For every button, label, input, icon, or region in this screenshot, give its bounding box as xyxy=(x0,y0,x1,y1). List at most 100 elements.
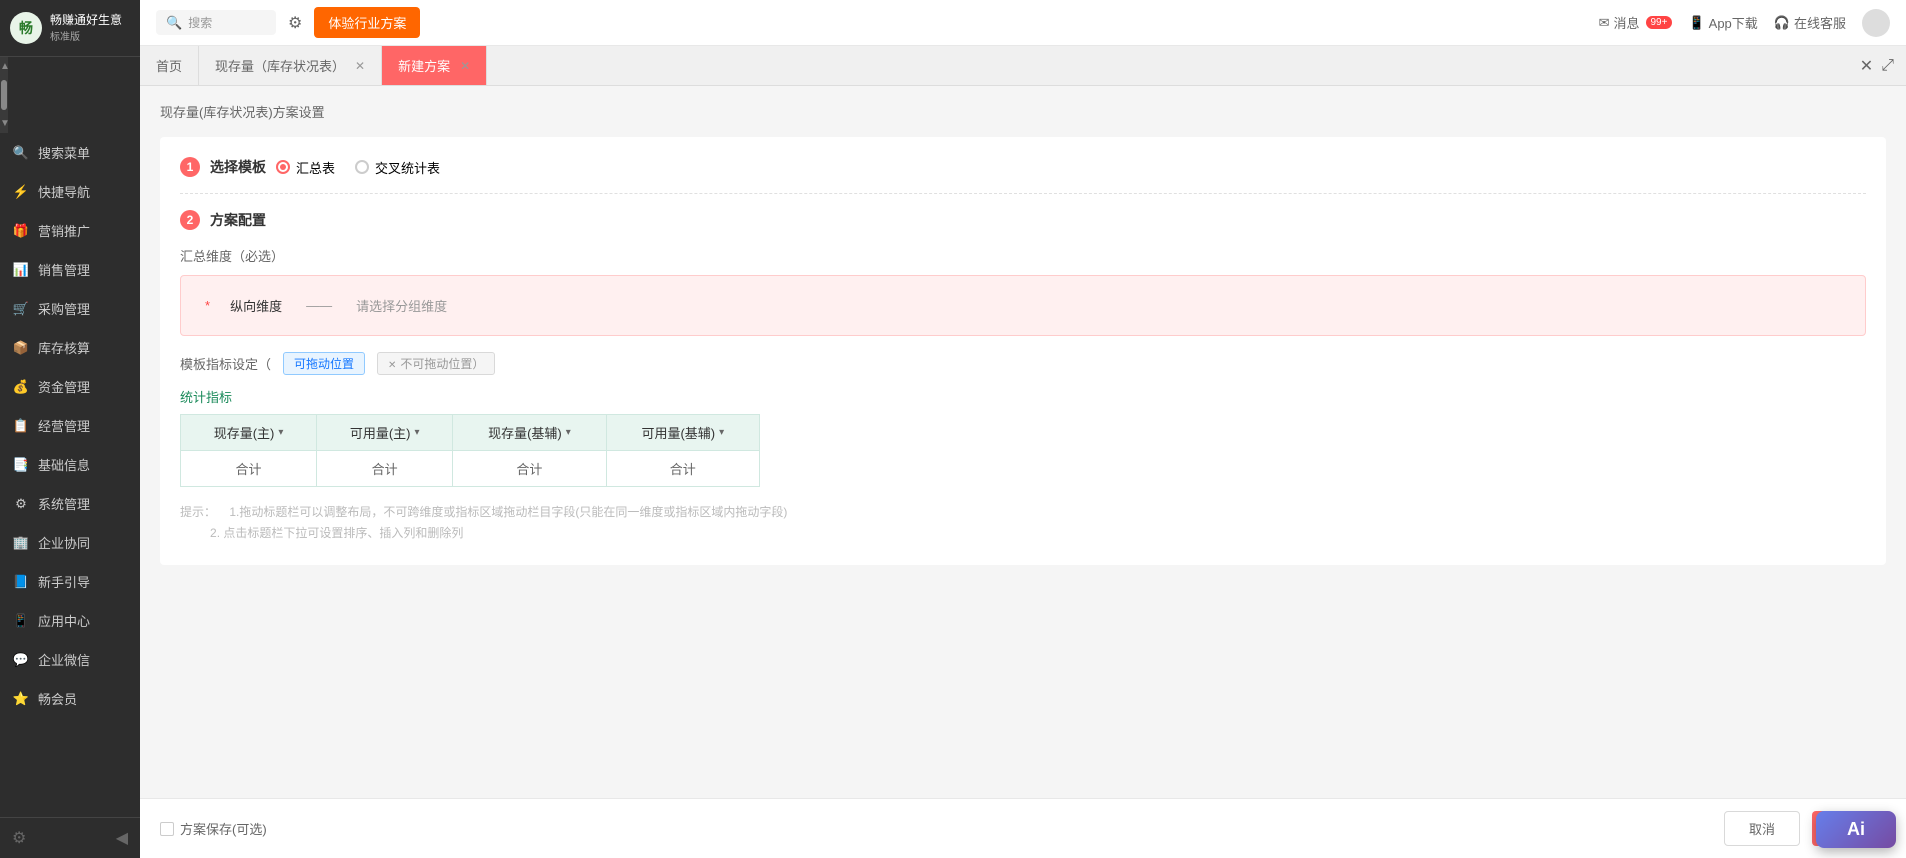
operations-icon: 📋 xyxy=(12,417,30,435)
sidebar-item-search[interactable]: 🔍 搜索菜单 xyxy=(0,133,140,172)
sidebar-item-label: 基础信息 xyxy=(38,455,90,474)
wechat-icon: 💬 xyxy=(12,651,30,669)
sidebar-item-label: 搜索菜单 xyxy=(38,143,90,162)
vertical-dim-placeholder[interactable]: 请选择分组维度 xyxy=(356,296,447,315)
template-radio-group: 汇总表 交叉统计表 xyxy=(276,158,440,177)
online-service-btn[interactable]: 🎧 在线客服 xyxy=(1774,13,1846,32)
col1-dropdown-arrow: ▾ xyxy=(278,427,283,438)
topbar-search[interactable]: 🔍 搜索 xyxy=(156,10,276,35)
sidebar-item-label: 快捷导航 xyxy=(38,182,90,201)
tips-prefix: 提示： xyxy=(180,505,226,519)
newbie-icon: 📘 xyxy=(12,573,30,591)
close-panel-icon[interactable]: ✕ xyxy=(1860,56,1873,76)
scroll-down[interactable]: ▼ xyxy=(0,114,8,133)
sales-icon: 📊 xyxy=(12,261,30,279)
topbar-search-icon: 🔍 xyxy=(166,15,182,31)
logo-icon: 畅 xyxy=(10,12,42,44)
appcenter-icon: 📱 xyxy=(12,612,30,630)
membership-icon: ⭐ xyxy=(12,690,30,708)
col3-dropdown-arrow: ▾ xyxy=(566,427,571,438)
vertical-dimension-area: * 纵向维度 —— 请选择分组维度 xyxy=(180,275,1866,336)
expand-panel-icon[interactable]: ⤢ xyxy=(1881,57,1894,75)
radio-circle-summary xyxy=(276,160,290,174)
search-icon: 🔍 xyxy=(12,144,30,162)
app-download-btn[interactable]: 📱 App下载 xyxy=(1688,13,1757,32)
radio-circle-cross xyxy=(355,160,369,174)
topbar-right: ✉ 消息 99+ 📱 App下载 🎧 在线客服 xyxy=(1599,9,1890,37)
vertical-dim-label: 纵向维度 xyxy=(230,296,282,315)
sidebar-item-label: 企业微信 xyxy=(38,650,90,669)
collapse-sidebar-icon[interactable]: ◀ xyxy=(116,828,128,848)
sidebar-item-app-center[interactable]: 📱 应用中心 xyxy=(0,601,140,640)
radio-cross[interactable]: 交叉统计表 xyxy=(355,158,440,177)
tab-close-inventory[interactable]: ✕ xyxy=(355,59,365,73)
quicknav-icon: ⚡ xyxy=(12,183,30,201)
inventory-icon: 📦 xyxy=(12,339,30,357)
page-title: 现存量(库存状况表)方案设置 xyxy=(160,102,1886,121)
tab-home[interactable]: 首页 xyxy=(140,46,199,85)
sidebar-item-label: 销售管理 xyxy=(38,260,90,279)
tab-close-new-plan[interactable]: ✕ xyxy=(460,59,470,73)
sidebar-footer: ⚙ ◀ xyxy=(0,817,140,858)
messages-badge: 99+ xyxy=(1646,16,1673,29)
col-header-2[interactable]: 可用量(主) ▾ xyxy=(317,415,453,451)
enterprise-icon: 🏢 xyxy=(12,534,30,552)
col-header-1[interactable]: 现存量(主) ▾ xyxy=(181,415,317,451)
sidebar-item-operations[interactable]: 📋 经营管理 xyxy=(0,406,140,445)
tab-new-plan[interactable]: 新建方案 ✕ xyxy=(382,46,487,85)
indicator-setting-prefix: 模板指标设定（ xyxy=(180,354,271,373)
sidebar-item-enterprise[interactable]: 🏢 企业协同 xyxy=(0,523,140,562)
sidebar-item-system[interactable]: ⚙ 系统管理 xyxy=(0,484,140,523)
tips-section: 提示： 1.拖动标题栏可以调整布局，不可跨维度或指标区域拖动栏目字段(只能在同一… xyxy=(180,503,1866,541)
tab-inventory-status[interactable]: 现存量（库存状况表） ✕ xyxy=(199,46,382,85)
sidebar-item-inventory[interactable]: 📦 库存核算 xyxy=(0,328,140,367)
sidebar-item-newbie[interactable]: 📘 新手引导 xyxy=(0,562,140,601)
tip2: 2. 点击标题栏下拉可设置排序、插入列和删除列 xyxy=(180,524,1866,541)
sidebar-item-marketing[interactable]: 🎁 营销推广 xyxy=(0,211,140,250)
trial-btn[interactable]: 体验行业方案 xyxy=(314,7,420,38)
message-icon: ✉ xyxy=(1599,15,1610,31)
sidebar-item-membership[interactable]: ⭐ 畅会员 xyxy=(0,679,140,718)
indicator-setting: 模板指标设定（ 可拖动位置 不可拖动位置） xyxy=(180,352,1866,375)
save-checkbox[interactable] xyxy=(160,822,174,836)
app-edition: 标准版 xyxy=(50,28,122,43)
ai-float-button[interactable]: Ai xyxy=(1816,811,1896,848)
window-controls: ✕ ⤢ xyxy=(1860,56,1906,76)
sidebar-item-basic-info[interactable]: 📑 基础信息 xyxy=(0,445,140,484)
sidebar-item-label: 畅会员 xyxy=(38,689,77,708)
messages-btn[interactable]: ✉ 消息 99+ xyxy=(1599,13,1673,32)
sidebar-item-wechat[interactable]: 💬 企业微信 xyxy=(0,640,140,679)
tip1: 提示： 1.拖动标题栏可以调整布局，不可跨维度或指标区域拖动栏目字段(只能在同一… xyxy=(180,503,1866,520)
sidebar-item-quick-nav[interactable]: ⚡ 快捷导航 xyxy=(0,172,140,211)
tabbar: 首页 现存量（库存状况表） ✕ 新建方案 ✕ ✕ ⤢ xyxy=(140,46,1906,86)
col-header-4[interactable]: 可用量(基辅) ▾ xyxy=(606,415,759,451)
col4-dropdown-arrow: ▾ xyxy=(719,427,724,438)
sidebar: 畅 畅赚通好生意 标准版 ▲ ▼ 🔍 搜索菜单 ⚡ 快捷导航 🎁 营销推广 📊 … xyxy=(0,0,140,858)
radio-summary-label: 汇总表 xyxy=(296,158,335,177)
marketing-icon: 🎁 xyxy=(12,222,30,240)
radio-summary[interactable]: 汇总表 xyxy=(276,158,335,177)
sidebar-item-label: 经营管理 xyxy=(38,416,90,435)
cell-1: 合计 xyxy=(181,451,317,487)
sidebar-item-sales[interactable]: 📊 销售管理 xyxy=(0,250,140,289)
required-star: * xyxy=(205,298,210,313)
sidebar-scrollbar: ▲ ▼ xyxy=(0,57,8,133)
topbar-search-placeholder: 搜索 xyxy=(188,14,212,31)
sidebar-item-purchase[interactable]: 🛒 采购管理 xyxy=(0,289,140,328)
step1-number: 1 xyxy=(180,157,200,177)
step1-title: 选择模板 xyxy=(210,157,266,177)
sidebar-item-label: 资金管理 xyxy=(38,377,90,396)
settings-footer-icon[interactable]: ⚙ xyxy=(12,828,26,848)
sidebar-item-label: 营销推广 xyxy=(38,221,90,240)
sidebar-item-finance[interactable]: 💰 资金管理 xyxy=(0,367,140,406)
col-header-3[interactable]: 现存量(基辅) ▾ xyxy=(453,415,606,451)
headset-icon: 🎧 xyxy=(1774,15,1790,31)
avatar[interactable] xyxy=(1862,9,1890,37)
save-option[interactable]: 方案保存(可选) xyxy=(160,819,267,838)
aggregate-label: 汇总维度（必选） xyxy=(180,246,1866,265)
topbar: 🔍 搜索 ⚙ 体验行业方案 ✉ 消息 99+ 📱 App下载 🎧 在线客服 xyxy=(140,0,1906,46)
cell-4: 合计 xyxy=(606,451,759,487)
topbar-settings-icon[interactable]: ⚙ xyxy=(288,13,302,33)
scroll-up[interactable]: ▲ xyxy=(0,57,8,76)
cancel-button[interactable]: 取消 xyxy=(1724,811,1800,846)
